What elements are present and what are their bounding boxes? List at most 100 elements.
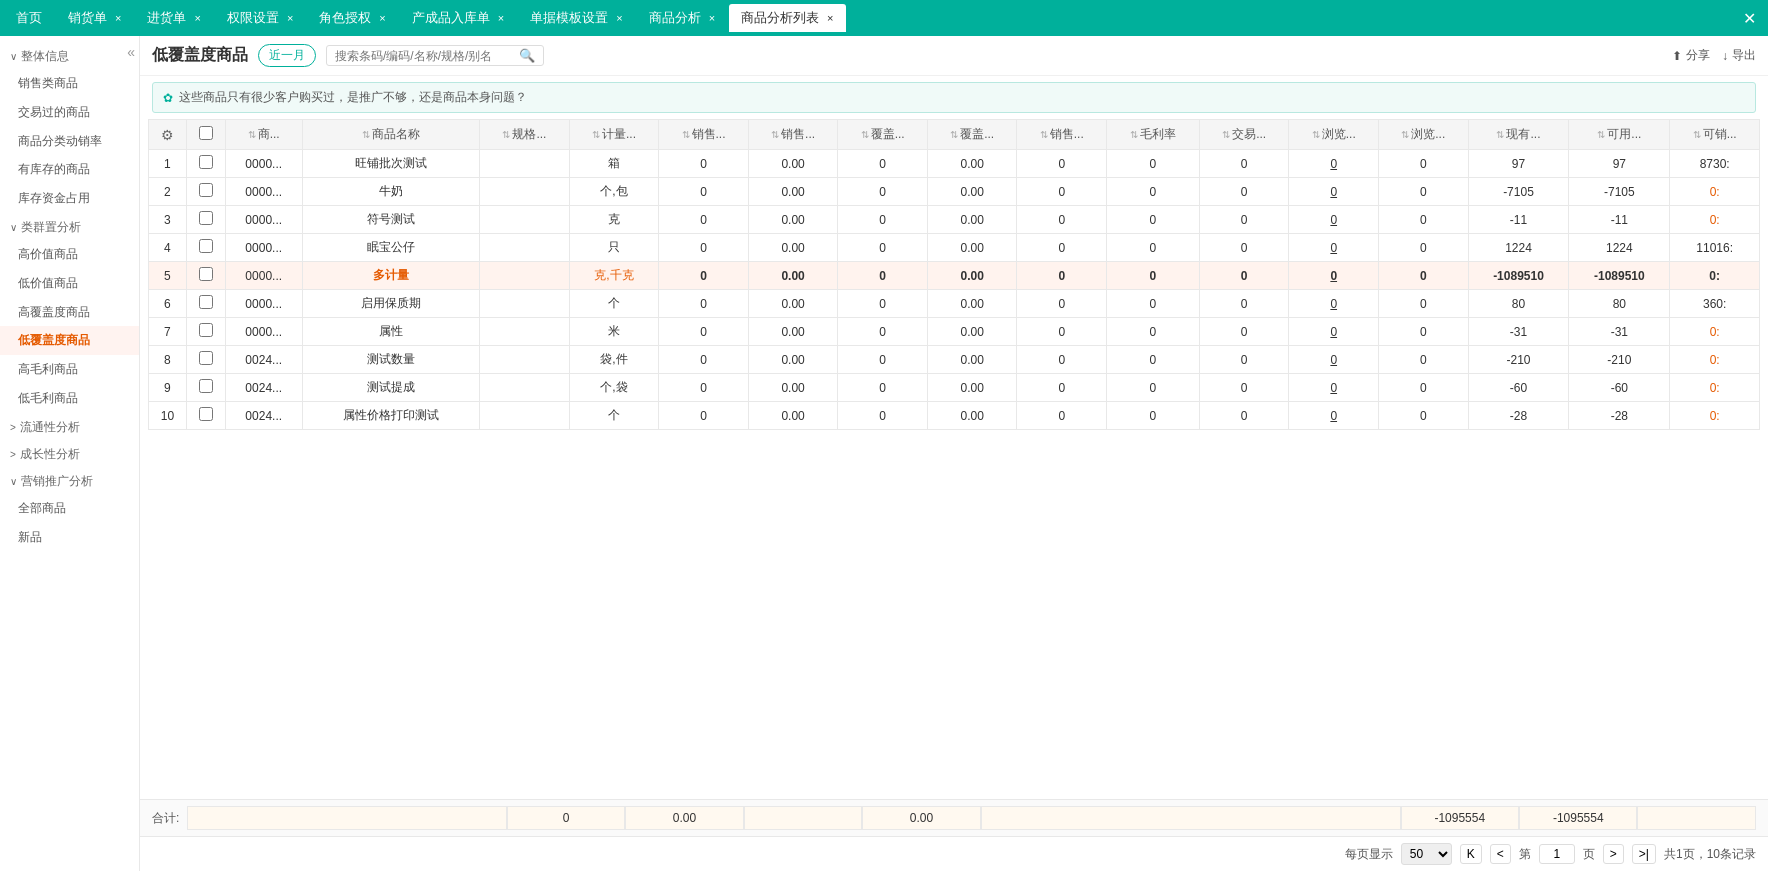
nav-tab-权限设置[interactable]: 权限设置× <box>215 4 305 32</box>
select-all-checkbox[interactable] <box>199 126 213 140</box>
row-transaction: 0 <box>1199 346 1289 374</box>
time-filter-button[interactable]: 近一月 <box>258 44 316 67</box>
row-browse1: 0 <box>1289 150 1379 178</box>
footer-cells: 0 0.00 0.00 -1095554 -1095554 <box>187 806 1756 830</box>
row-checkbox[interactable] <box>199 267 213 281</box>
sort-icon: ⇅ <box>950 129 958 140</box>
tab-close-icon[interactable]: × <box>115 4 121 32</box>
sidebar-item-高毛利商品[interactable]: 高毛利商品 <box>0 355 139 384</box>
col-header-coverage1[interactable]: ⇅覆盖... <box>838 120 928 150</box>
nav-tab-商品分析[interactable]: 商品分析× <box>637 4 727 32</box>
col-header-settings[interactable]: ⚙ <box>149 120 187 150</box>
row-coverage1: 0 <box>838 262 928 290</box>
row-checkbox[interactable] <box>199 379 213 393</box>
browse1-link[interactable]: 0 <box>1330 269 1337 283</box>
sidebar-item-销售类商品[interactable]: 销售类商品 <box>0 69 139 98</box>
settings-icon[interactable]: ⚙ <box>161 127 174 143</box>
nav-tab-商品分析列表[interactable]: 商品分析列表× <box>729 4 845 32</box>
export-button[interactable]: ↓ 导出 <box>1722 47 1756 64</box>
tab-close-icon[interactable]: × <box>287 4 293 32</box>
page-number-input[interactable] <box>1539 844 1575 864</box>
tab-close-icon[interactable]: × <box>709 4 715 32</box>
tab-close-icon[interactable]: × <box>379 4 385 32</box>
col-header-gross_rate[interactable]: ⇅毛利率 <box>1107 120 1200 150</box>
close-all-button[interactable]: ✕ <box>1735 9 1764 28</box>
nav-tab-首页[interactable]: 首页 <box>4 4 54 32</box>
col-header-unit[interactable]: ⇅计量... <box>569 120 659 150</box>
col-header-name[interactable]: ⇅商品名称 <box>302 120 479 150</box>
sidebar-section-营销推广分析[interactable]: ∨营销推广分析 <box>0 467 139 494</box>
browse1-link[interactable]: 0 <box>1330 297 1337 311</box>
col-header-sales_amt[interactable]: ⇅销售... <box>748 120 838 150</box>
search-input[interactable] <box>335 49 515 63</box>
sidebar-item-高价值商品[interactable]: 高价值商品 <box>0 240 139 269</box>
nav-tab-销货单[interactable]: 销货单× <box>56 4 133 32</box>
page-size-select[interactable]: 501020100 <box>1401 843 1452 865</box>
next-page-button[interactable]: > <box>1603 844 1624 864</box>
row-checkbox[interactable] <box>199 211 213 225</box>
row-checkbox[interactable] <box>199 239 213 253</box>
col-label-saleable: 可销... <box>1703 126 1737 143</box>
browse1-link[interactable]: 0 <box>1330 185 1337 199</box>
col-header-browse1[interactable]: ⇅浏览... <box>1289 120 1379 150</box>
row-sales-amt: 0.00 <box>748 234 838 262</box>
sidebar-item-全部商品[interactable]: 全部商品 <box>0 494 139 523</box>
search-icon[interactable]: 🔍 <box>519 48 535 63</box>
row-code: 0024... <box>225 346 302 374</box>
sidebar-item-低价值商品[interactable]: 低价值商品 <box>0 269 139 298</box>
browse1-link[interactable]: 0 <box>1330 325 1337 339</box>
row-checkbox[interactable] <box>199 183 213 197</box>
browse1-link[interactable]: 0 <box>1330 353 1337 367</box>
sidebar-item-新品[interactable]: 新品 <box>0 523 139 552</box>
col-header-code[interactable]: ⇅商... <box>225 120 302 150</box>
row-checkbox[interactable] <box>199 351 213 365</box>
nav-tab-单据模板设置[interactable]: 单据模板设置× <box>518 4 634 32</box>
prev-page-button[interactable]: < <box>1490 844 1511 864</box>
col-header-available[interactable]: ⇅可用... <box>1569 120 1670 150</box>
browse1-link[interactable]: 0 <box>1330 157 1337 171</box>
col-header-spec[interactable]: ⇅规格... <box>480 120 570 150</box>
tab-close-icon[interactable]: × <box>194 4 200 32</box>
row-no: 7 <box>149 318 187 346</box>
row-checkbox[interactable] <box>199 295 213 309</box>
sidebar-item-低覆盖度商品[interactable]: 低覆盖度商品 <box>0 326 139 355</box>
nav-tab-产成品入库单[interactable]: 产成品入库单× <box>400 4 516 32</box>
col-header-current[interactable]: ⇅现有... <box>1468 120 1569 150</box>
last-page-button[interactable]: >| <box>1632 844 1656 864</box>
nav-tab-进货单[interactable]: 进货单× <box>135 4 212 32</box>
sidebar-section-类群置分析[interactable]: ∨类群置分析 <box>0 213 139 240</box>
row-coverage2: 0.00 <box>927 150 1017 178</box>
row-checkbox[interactable] <box>199 155 213 169</box>
col-header-transaction[interactable]: ⇅交易... <box>1199 120 1289 150</box>
sidebar-section-整体信息[interactable]: ∨整体信息 <box>0 42 139 69</box>
browse1-link[interactable]: 0 <box>1330 381 1337 395</box>
sidebar-item-高覆盖度商品[interactable]: 高覆盖度商品 <box>0 298 139 327</box>
sidebar-item-低毛利商品[interactable]: 低毛利商品 <box>0 384 139 413</box>
sidebar-item-交易过的商品[interactable]: 交易过的商品 <box>0 98 139 127</box>
tab-close-icon[interactable]: × <box>498 4 504 32</box>
tab-close-icon[interactable]: × <box>827 4 833 32</box>
row-checkbox[interactable] <box>199 407 213 421</box>
browse1-link[interactable]: 0 <box>1330 241 1337 255</box>
row-checkbox[interactable] <box>199 323 213 337</box>
sidebar-collapse-button[interactable]: « <box>127 44 135 60</box>
sidebar-section-成长性分析[interactable]: >成长性分析 <box>0 440 139 467</box>
col-header-coverage2[interactable]: ⇅覆盖... <box>927 120 1017 150</box>
browse1-link[interactable]: 0 <box>1330 213 1337 227</box>
share-button[interactable]: ⬆ 分享 <box>1672 47 1710 64</box>
tab-close-icon[interactable]: × <box>616 4 622 32</box>
col-header-browse2[interactable]: ⇅浏览... <box>1379 120 1469 150</box>
col-header-saleable[interactable]: ⇅可销... <box>1670 120 1760 150</box>
row-current: 1224 <box>1468 234 1569 262</box>
sidebar-item-商品分类动销率[interactable]: 商品分类动销率 <box>0 127 139 156</box>
sidebar-section-流通性分析[interactable]: >流通性分析 <box>0 413 139 440</box>
nav-tab-角色授权[interactable]: 角色授权× <box>307 4 397 32</box>
browse1-link[interactable]: 0 <box>1330 409 1337 423</box>
sidebar-item-有库存的商品[interactable]: 有库存的商品 <box>0 155 139 184</box>
first-page-button[interactable]: K <box>1460 844 1482 864</box>
col-header-sales_qty[interactable]: ⇅销售... <box>659 120 749 150</box>
sidebar-item-库存资金占用[interactable]: 库存资金占用 <box>0 184 139 213</box>
col-header-checkbox[interactable] <box>186 120 225 150</box>
col-header-sales3[interactable]: ⇅销售... <box>1017 120 1107 150</box>
footer-available: -1095554 <box>1519 806 1637 830</box>
